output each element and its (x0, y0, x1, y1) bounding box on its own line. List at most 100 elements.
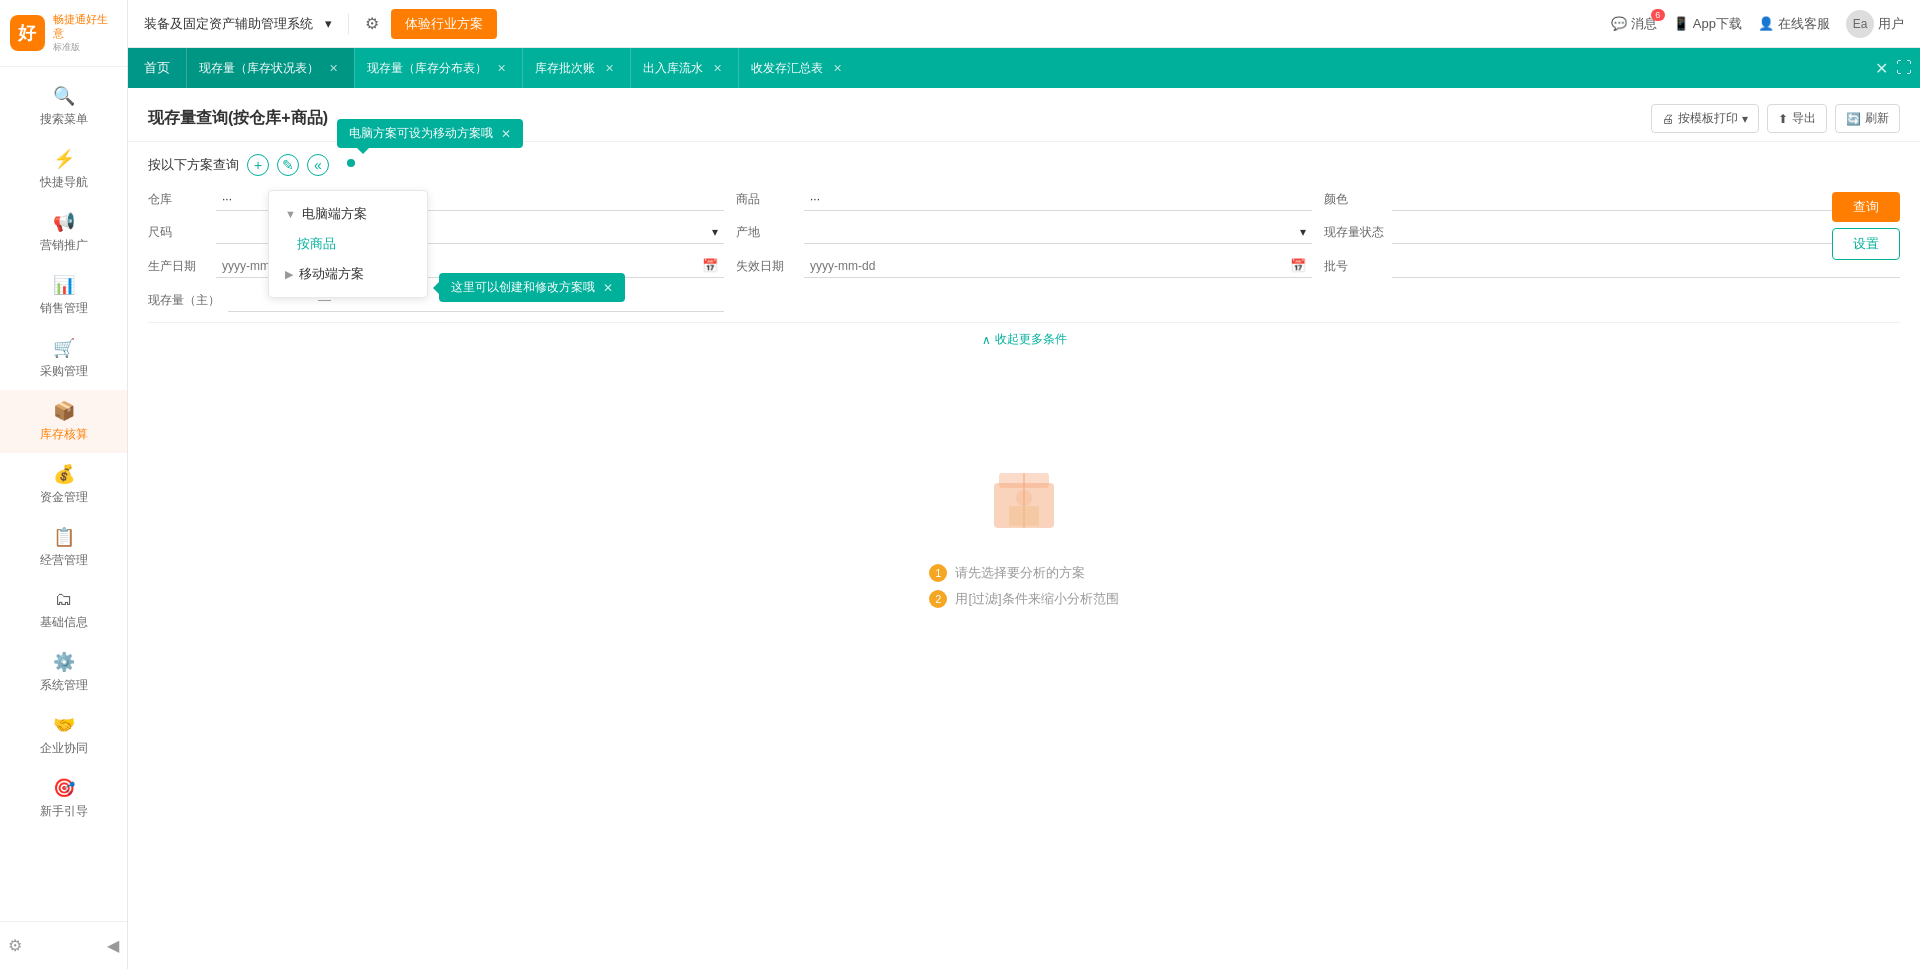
filter-field-goods: 商品 ··· (736, 188, 1312, 211)
message-icon: 💬 (1611, 16, 1627, 31)
template-print-button[interactable]: 🖨 按模板打印 ▾ (1651, 104, 1759, 133)
user-label: 用户 (1878, 15, 1904, 33)
tip-text-2: 用[过滤]条件来缩小分析范围 (955, 590, 1118, 608)
scheme-desktop-label: 电脑端方案 (302, 205, 367, 223)
logo-icon: 好 (10, 15, 45, 51)
scheme-mobile-label: 移动端方案 (299, 265, 364, 283)
tab-receive-summary[interactable]: 收发存汇总表 ✕ (738, 48, 858, 88)
sidebar-nav: 🔍 搜索菜单 ⚡ 快捷导航 📢 营销推广 📊 销售管理 🛒 采购管理 📦 库存核… (0, 67, 127, 921)
scheme-tree: ▼ 电脑端方案 按商品 ▶ 移动端方案 这里可以创建和修改方案哦 ✕ (268, 190, 428, 298)
avatar-text: Ea (1853, 17, 1868, 31)
color-select[interactable]: ▾ (1392, 188, 1900, 211)
topbar-gear-icon[interactable]: ⚙ (365, 14, 379, 33)
refresh-label: 刷新 (1865, 110, 1889, 127)
refresh-button[interactable]: 🔄 刷新 (1835, 104, 1900, 133)
sidebar-item-basic[interactable]: 🗂 基础信息 (0, 579, 127, 641)
user-action[interactable]: Ea 用户 (1846, 10, 1904, 38)
tab-inventory-dist-label: 现存量（库存分布表） (367, 60, 487, 77)
origin-label: 产地 (736, 224, 796, 241)
size-label: 尺码 (148, 224, 208, 241)
tab-close-batch-ledger[interactable]: ✕ (601, 60, 618, 77)
filter-field-batch: 批号 (1324, 254, 1900, 278)
tooltip-close-1[interactable]: ✕ (501, 127, 511, 141)
content-area: 现存量查询(按仓库+商品) 🖨 按模板打印 ▾ ⬆ 导出 🔄 刷新 (128, 88, 1920, 969)
sidebar-item-guide[interactable]: 🎯 新手引导 (0, 767, 127, 830)
page-actions: 🖨 按模板打印 ▾ ⬆ 导出 🔄 刷新 (1651, 104, 1900, 133)
sidebar-item-marketing[interactable]: 📢 营销推广 (0, 201, 127, 264)
expand-icon[interactable]: ⛶ (1896, 59, 1912, 77)
expire-date-input[interactable]: 📅 (804, 254, 1312, 278)
size-chevron: ▾ (712, 225, 718, 239)
stock-status-label: 现存量状态 (1324, 224, 1384, 241)
tooltip-close-2[interactable]: ✕ (603, 281, 613, 295)
chevron-up-icon: ∧ (982, 333, 991, 347)
sidebar-item-finance[interactable]: 💰 资金管理 (0, 453, 127, 516)
sidebar-item-quicknav[interactable]: ⚡ 快捷导航 (0, 138, 127, 201)
origin-select[interactable]: ▾ (804, 221, 1312, 244)
system-dropdown[interactable]: ▾ (325, 16, 332, 31)
phone-icon: 📱 (1673, 16, 1689, 31)
collapse-sidebar-icon[interactable]: ◀ (103, 932, 123, 959)
sidebar-item-system[interactable]: ⚙️ 系统管理 (0, 641, 127, 704)
settings-icon[interactable]: ⚙ (4, 932, 26, 959)
filter-field-size: 尺码 ▾ (148, 221, 724, 244)
system-icon: ⚙️ (53, 651, 75, 673)
tab-inventory-dist[interactable]: 现存量（库存分布表） ✕ (354, 48, 522, 88)
tip-num-1: 1 (929, 564, 947, 582)
sidebar-item-purchase[interactable]: 🛒 采购管理 (0, 327, 127, 390)
sidebar-item-label: 基础信息 (40, 614, 88, 631)
system-name: 装备及固定资产辅助管理系统 (144, 15, 313, 33)
sidebar-item-corp[interactable]: 🤝 企业协同 (0, 704, 127, 767)
filter-area: 按以下方案查询 + ✎ « 电脑方案可设为移动方案哦 ✕ ▼ 电脑端方案 (128, 142, 1920, 368)
message-action[interactable]: 💬 消息 6 (1611, 15, 1657, 33)
corp-icon: 🤝 (53, 714, 75, 736)
scheme-desktop-child[interactable]: 按商品 (269, 229, 427, 259)
tab-close-inventory-status[interactable]: ✕ (325, 60, 342, 77)
batch-input[interactable] (1392, 255, 1900, 278)
sidebar-item-search[interactable]: 🔍 搜索菜单 (0, 75, 127, 138)
scheme-mobile[interactable]: ▶ 移动端方案 (269, 259, 427, 289)
filter-edit-button[interactable]: ✎ (277, 154, 299, 176)
search-button[interactable]: 查询 (1832, 192, 1900, 222)
app-download-action[interactable]: 📱 App下载 (1673, 15, 1742, 33)
chevron-down-icon: ▼ (285, 208, 296, 220)
finance-icon: 💰 (53, 463, 75, 485)
tab-close-in-out-flow[interactable]: ✕ (709, 60, 726, 77)
filter-add-button[interactable]: + (247, 154, 269, 176)
expire-date-field[interactable] (810, 259, 1286, 273)
sidebar: 好 畅捷通好生意 标准版 🔍 搜索菜单 ⚡ 快捷导航 📢 营销推广 📊 销售管理… (0, 0, 128, 969)
dot-indicator (347, 159, 355, 167)
scheme-desktop[interactable]: ▼ 电脑端方案 (269, 199, 427, 229)
goods-select[interactable]: ··· (804, 188, 1312, 211)
search-icon: 🔍 (53, 85, 75, 107)
tab-close-receive-summary[interactable]: ✕ (829, 60, 846, 77)
trial-button[interactable]: 体验行业方案 (391, 9, 497, 39)
tab-home[interactable]: 首页 (128, 48, 186, 88)
color-label: 颜色 (1324, 191, 1384, 208)
logo-text-group: 畅捷通好生意 标准版 (53, 12, 117, 54)
calendar-icon-expire[interactable]: 📅 (1290, 258, 1306, 273)
tab-inventory-status[interactable]: 现存量（库存状况表） ✕ (186, 48, 354, 88)
export-button[interactable]: ⬆ 导出 (1767, 104, 1827, 133)
online-support-action[interactable]: 👤 在线客服 (1758, 15, 1830, 33)
stock-status-select[interactable]: ▾ (1392, 221, 1900, 244)
svg-point-4 (1016, 490, 1032, 506)
filter-back-button[interactable]: « (307, 154, 329, 176)
tab-in-out-flow[interactable]: 出入库流水 ✕ (630, 48, 738, 88)
collapse-bar[interactable]: ∧ 收起更多条件 (148, 322, 1900, 356)
close-all-tabs-icon[interactable]: ✕ (1875, 59, 1888, 78)
page-title: 现存量查询(按仓库+商品) (148, 108, 328, 129)
sidebar-item-label: 采购管理 (40, 363, 88, 380)
tab-batch-ledger-label: 库存批次账 (535, 60, 595, 77)
calendar-icon-produce[interactable]: 📅 (702, 258, 718, 273)
sidebar-item-ops[interactable]: 📋 经营管理 (0, 516, 127, 579)
tab-close-inventory-dist[interactable]: ✕ (493, 60, 510, 77)
reset-button[interactable]: 设置 (1832, 228, 1900, 260)
purchase-icon: 🛒 (53, 337, 75, 359)
tab-batch-ledger[interactable]: 库存批次账 ✕ (522, 48, 630, 88)
sidebar-item-inventory[interactable]: 📦 库存核算 (0, 390, 127, 453)
filter-label: 按以下方案查询 (148, 156, 239, 174)
tooltip-desktop-scheme: 电脑方案可设为移动方案哦 ✕ (337, 119, 523, 148)
template-print-label: 按模板打印 (1678, 110, 1738, 127)
sidebar-item-sales[interactable]: 📊 销售管理 (0, 264, 127, 327)
